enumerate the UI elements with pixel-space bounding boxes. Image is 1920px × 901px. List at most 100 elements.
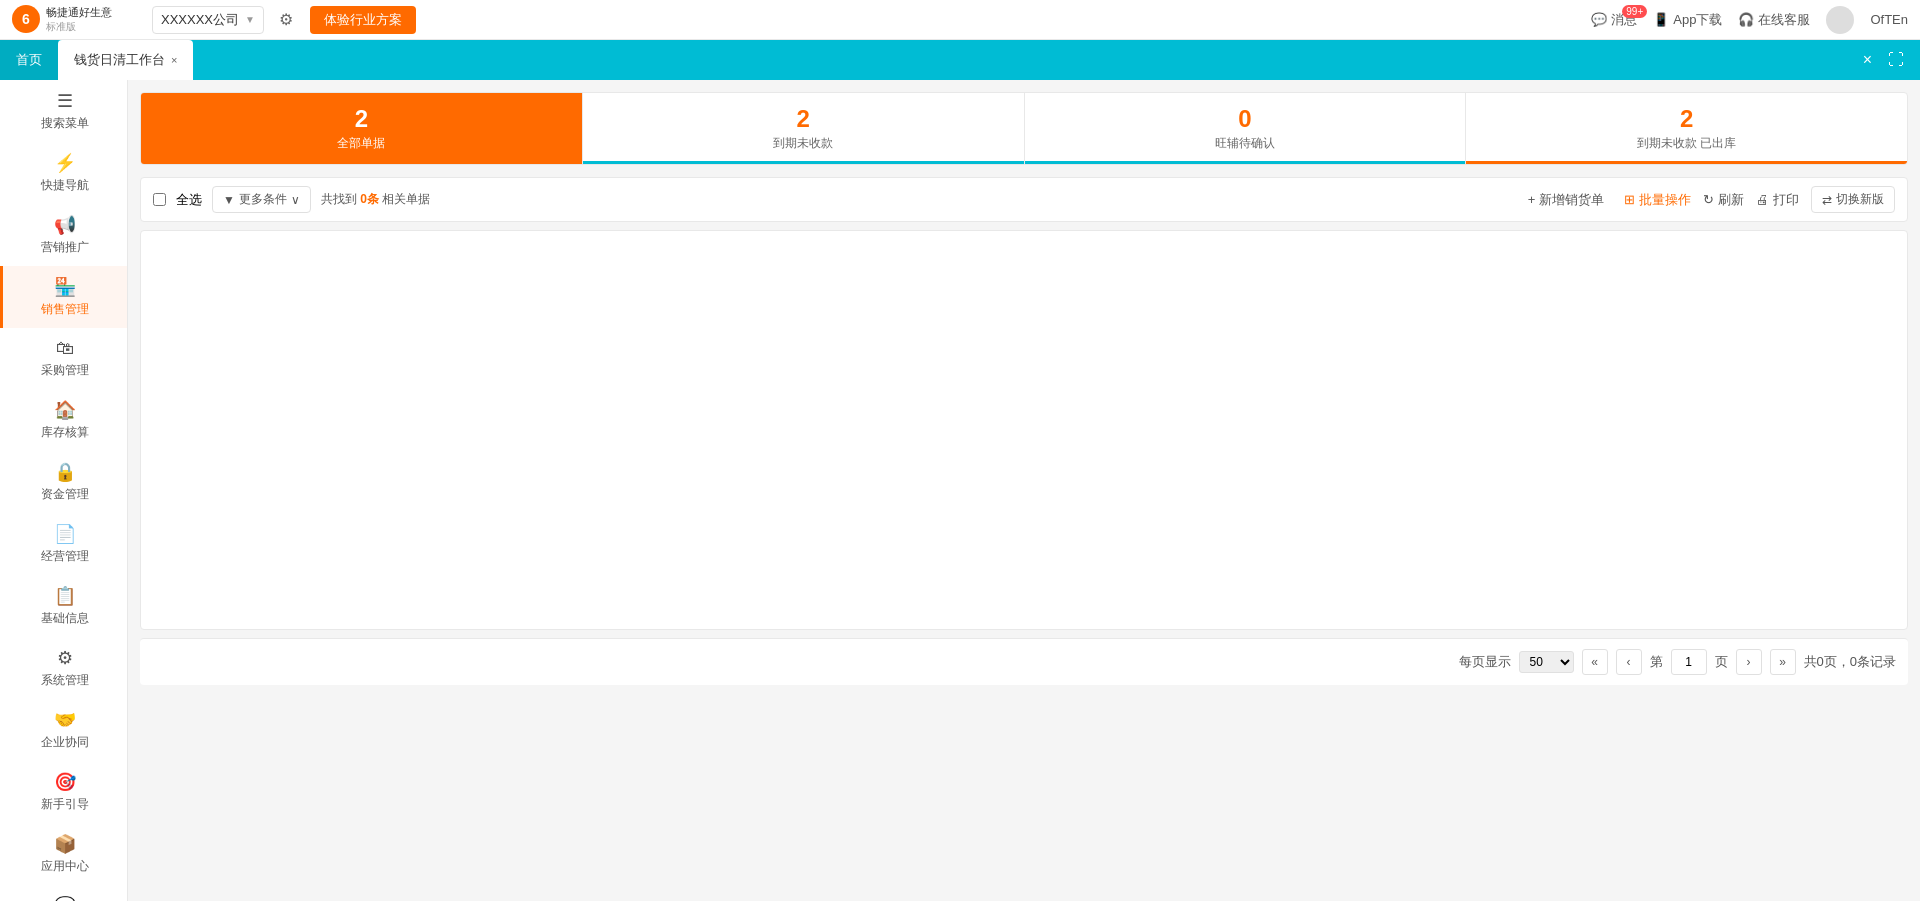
- total-label: 共0页，0条记录: [1804, 653, 1896, 671]
- select-all-label: 全选: [176, 191, 202, 209]
- sidebar-item-cooperation[interactable]: 🤝 企业协同: [0, 699, 127, 761]
- app-name: 畅捷通好生意: [46, 5, 112, 19]
- marketing-icon: 📢: [54, 214, 76, 236]
- sidebar-item-finance[interactable]: 🔒 资金管理: [0, 451, 127, 513]
- sidebar-item-label: 基础信息: [41, 610, 89, 627]
- batch-operation-button[interactable]: ⊞ 批量操作: [1624, 191, 1691, 209]
- stats-cards: 2 全部单据 2 到期未收款 0 旺辅待确认 2 到期未收款 已出库: [140, 92, 1908, 165]
- sidebar-item-app-center[interactable]: 📦 应用中心: [0, 823, 127, 885]
- sidebar-item-wechat[interactable]: 💬 企业微信: [0, 885, 127, 901]
- wechat-icon: 💬: [54, 895, 76, 901]
- stat-num-all: 2: [161, 105, 562, 133]
- sidebar-item-search-menu[interactable]: ☰ 搜索菜单: [0, 80, 127, 142]
- sidebar-item-marketing[interactable]: 📢 营销推广: [0, 204, 127, 266]
- messages-button[interactable]: 💬 消息 99+: [1591, 11, 1637, 29]
- switch-version-button[interactable]: ⇄ 切换新版: [1811, 186, 1895, 213]
- pagination-bar: 每页显示 50 100 200 « ‹ 第 页 › » 共0页，0条记录: [140, 638, 1908, 685]
- sidebar-item-label: 经营管理: [41, 548, 89, 565]
- batch-icon: ⊞: [1624, 192, 1635, 207]
- app-download-label: App下载: [1673, 11, 1722, 29]
- page-input[interactable]: [1671, 649, 1707, 675]
- switch-icon: ⇄: [1822, 193, 1832, 207]
- search-menu-icon: ☰: [57, 90, 73, 112]
- avatar[interactable]: [1826, 6, 1854, 34]
- refresh-button[interactable]: ↻ 刷新: [1703, 191, 1744, 209]
- sidebar-item-operations[interactable]: 📄 经营管理: [0, 513, 127, 575]
- sidebar-item-label: 采购管理: [41, 362, 89, 379]
- tab-home[interactable]: 首页: [0, 40, 58, 80]
- sidebar-item-purchase[interactable]: 🛍 采购管理: [0, 328, 127, 389]
- print-button[interactable]: 🖨 打印: [1756, 191, 1799, 209]
- found-text: 共找到 0条 相关单据: [321, 191, 430, 208]
- page-prefix: 第: [1650, 653, 1663, 671]
- logo-area: 6 畅捷通好生意 标准版: [12, 5, 140, 33]
- system-icon: ⚙: [57, 647, 73, 669]
- new-order-button[interactable]: + 新增销货单: [1520, 187, 1612, 213]
- sidebar-item-guide[interactable]: 🎯 新手引导: [0, 761, 127, 823]
- stat-num-overdue: 2: [603, 105, 1004, 133]
- header-right: 💬 消息 99+ 📱 App下载 🎧 在线客服 OfTEn: [1591, 6, 1908, 34]
- stat-card-overdue[interactable]: 2 到期未收款: [583, 93, 1025, 164]
- operations-icon: 📄: [54, 523, 76, 545]
- select-all-checkbox[interactable]: [153, 193, 166, 206]
- username: OfTEn: [1870, 12, 1908, 27]
- found-prefix: 共找到: [321, 192, 357, 206]
- tab-expand-button[interactable]: ⛶: [1884, 47, 1908, 73]
- stat-card-all[interactable]: 2 全部单据: [141, 93, 583, 164]
- per-page-label: 每页显示: [1459, 653, 1511, 671]
- app-center-icon: 📦: [54, 833, 76, 855]
- sidebar-item-label: 销售管理: [41, 301, 89, 318]
- settings-button[interactable]: ⚙: [272, 6, 300, 34]
- sidebar-item-sales[interactable]: 🏪 销售管理: [0, 266, 127, 328]
- company-arrow-icon: ▼: [245, 14, 255, 25]
- more-filter-button[interactable]: ▼ 更多条件 ∨: [212, 186, 311, 213]
- tab-home-label: 首页: [16, 51, 42, 69]
- sidebar-item-label: 快捷导航: [41, 177, 89, 194]
- tab-close-icon[interactable]: ×: [171, 54, 177, 66]
- next-page-icon: ›: [1747, 655, 1751, 669]
- stat-label-pending: 旺辅待确认: [1045, 135, 1446, 152]
- trial-button[interactable]: 体验行业方案: [310, 6, 416, 34]
- sidebar-item-system[interactable]: ⚙ 系统管理: [0, 637, 127, 699]
- app-download-button[interactable]: 📱 App下载: [1653, 11, 1722, 29]
- basic-info-icon: 📋: [54, 585, 76, 607]
- sidebar-item-label: 新手引导: [41, 796, 89, 813]
- message-badge: 99+: [1622, 5, 1647, 18]
- refresh-icon: ↻: [1703, 192, 1714, 207]
- stat-card-overdue-out[interactable]: 2 到期未收款 已出库: [1466, 93, 1907, 164]
- tab-bar-actions: × ⛶: [1859, 47, 1920, 73]
- last-page-button[interactable]: »: [1770, 649, 1796, 675]
- stat-card-pending[interactable]: 0 旺辅待确认: [1025, 93, 1467, 164]
- next-page-button[interactable]: ›: [1736, 649, 1762, 675]
- guide-icon: 🎯: [54, 771, 76, 793]
- found-suffix: 相关单据: [382, 192, 430, 206]
- tab-workbench[interactable]: 钱货日清工作台 ×: [58, 40, 193, 80]
- sidebar: ☰ 搜索菜单 ⚡ 快捷导航 📢 营销推广 🏪 销售管理 🛍 采购管理 🏠 库存核…: [0, 80, 128, 901]
- table-area: [140, 230, 1908, 630]
- toolbar-left: 全选 ▼ 更多条件 ∨ 共找到 0条 相关单据: [153, 186, 1508, 213]
- page-suffix: 页: [1715, 653, 1728, 671]
- batch-label: 批量操作: [1639, 191, 1691, 209]
- online-service-label: 在线客服: [1758, 11, 1810, 29]
- inventory-icon: 🏠: [54, 399, 76, 421]
- company-selector[interactable]: XXXXXX公司 ▼: [152, 6, 264, 34]
- first-page-icon: «: [1591, 655, 1598, 669]
- found-count: 0条: [360, 192, 379, 206]
- sidebar-item-basic-info[interactable]: 📋 基础信息: [0, 575, 127, 637]
- tab-close-button[interactable]: ×: [1859, 47, 1876, 73]
- top-header: 6 畅捷通好生意 标准版 XXXXXX公司 ▼ ⚙ 体验行业方案 💬 消息 99…: [0, 0, 1920, 40]
- tab-bar: 首页 钱货日清工作台 × × ⛶: [0, 40, 1920, 80]
- online-service-button[interactable]: 🎧 在线客服: [1738, 11, 1810, 29]
- per-page-select[interactable]: 50 100 200: [1519, 651, 1574, 673]
- sidebar-item-inventory[interactable]: 🏠 库存核算: [0, 389, 127, 451]
- sales-icon: 🏪: [54, 276, 76, 298]
- first-page-button[interactable]: «: [1582, 649, 1608, 675]
- stat-label-overdue-out: 到期未收款 已出库: [1486, 135, 1887, 152]
- refresh-label: 刷新: [1718, 191, 1744, 209]
- sidebar-item-label: 企业协同: [41, 734, 89, 751]
- purchase-icon: 🛍: [56, 338, 74, 359]
- message-icon: 💬: [1591, 12, 1607, 27]
- sidebar-item-quick-nav[interactable]: ⚡ 快捷导航: [0, 142, 127, 204]
- prev-page-icon: ‹: [1627, 655, 1631, 669]
- prev-page-button[interactable]: ‹: [1616, 649, 1642, 675]
